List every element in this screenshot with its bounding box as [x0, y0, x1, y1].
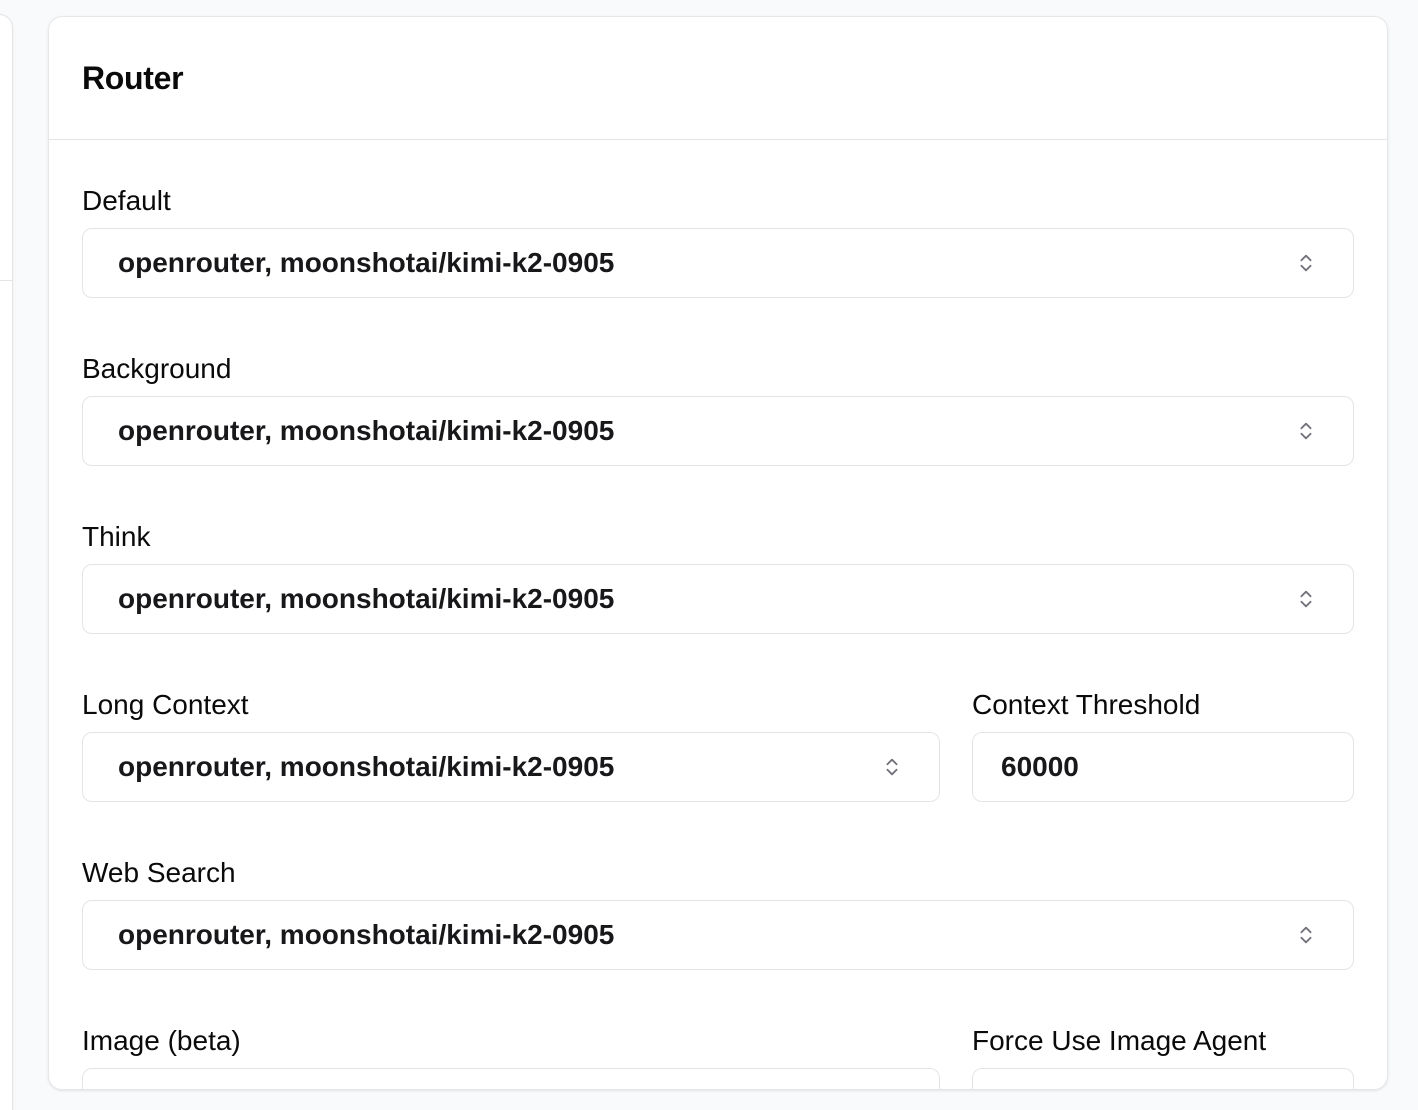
- field-background: Background openrouter, moonshotai/kimi-k…: [82, 355, 1354, 466]
- field-long-context: Long Context openrouter, moonshotai/kimi…: [82, 691, 940, 802]
- web-search-model-value: openrouter, moonshotai/kimi-k2-0905: [118, 919, 615, 950]
- context-threshold-input[interactable]: [972, 732, 1354, 802]
- page-title: Router: [82, 59, 184, 96]
- force-use-image-agent-label: Force Use Image Agent: [972, 1025, 1267, 1056]
- router-card-content: Default openrouter, moonshotai/kimi-k2-0…: [49, 140, 1387, 1089]
- image-model-select[interactable]: [82, 1068, 940, 1089]
- long-context-model-value: openrouter, moonshotai/kimi-k2-0905: [118, 751, 615, 782]
- adjacent-card-edge: [0, 14, 13, 1110]
- long-context-label: Long Context: [82, 689, 249, 720]
- think-model-value: openrouter, moonshotai/kimi-k2-0905: [118, 583, 615, 614]
- chevrons-up-down-icon: [1300, 254, 1312, 272]
- think-model-select[interactable]: openrouter, moonshotai/kimi-k2-0905: [82, 564, 1354, 634]
- default-model-select[interactable]: openrouter, moonshotai/kimi-k2-0905: [82, 228, 1354, 298]
- field-image: Image (beta): [82, 1025, 940, 1089]
- default-model-value: openrouter, moonshotai/kimi-k2-0905: [118, 247, 615, 278]
- field-force-use-image-agent: Force Use Image Agent: [972, 1025, 1354, 1089]
- chevrons-up-down-icon: [1300, 422, 1312, 440]
- field-think: Think openrouter, moonshotai/kimi-k2-090…: [82, 523, 1354, 634]
- settings-screen: Router Default openrouter, moonshotai/ki…: [0, 0, 1418, 1110]
- web-search-model-select[interactable]: openrouter, moonshotai/kimi-k2-0905: [82, 900, 1354, 970]
- field-context-threshold: Context Threshold: [972, 691, 1354, 802]
- think-label: Think: [82, 521, 151, 552]
- field-web-search: Web Search openrouter, moonshotai/kimi-k…: [82, 859, 1354, 970]
- field-default: Default openrouter, moonshotai/kimi-k2-0…: [82, 187, 1354, 298]
- web-search-label: Web Search: [82, 857, 236, 888]
- chevrons-up-down-icon: [1300, 926, 1312, 944]
- default-label: Default: [82, 185, 171, 216]
- background-label: Background: [82, 353, 232, 384]
- background-model-select[interactable]: openrouter, moonshotai/kimi-k2-0905: [82, 396, 1354, 466]
- background-model-value: openrouter, moonshotai/kimi-k2-0905: [118, 415, 615, 446]
- router-card: Router Default openrouter, moonshotai/ki…: [48, 16, 1388, 1090]
- image-row: Image (beta) Force Use Image Agent: [82, 1025, 1354, 1089]
- long-context-model-select[interactable]: openrouter, moonshotai/kimi-k2-0905: [82, 732, 940, 802]
- adjacent-card-divider: [0, 280, 12, 281]
- image-label: Image (beta): [82, 1025, 241, 1056]
- chevrons-up-down-icon: [886, 758, 898, 776]
- chevrons-up-down-icon: [1300, 590, 1312, 608]
- force-use-image-agent-input[interactable]: [972, 1068, 1354, 1089]
- router-card-header: Router: [49, 17, 1387, 140]
- long-context-row: Long Context openrouter, moonshotai/kimi…: [82, 691, 1354, 802]
- context-threshold-label: Context Threshold: [972, 689, 1201, 720]
